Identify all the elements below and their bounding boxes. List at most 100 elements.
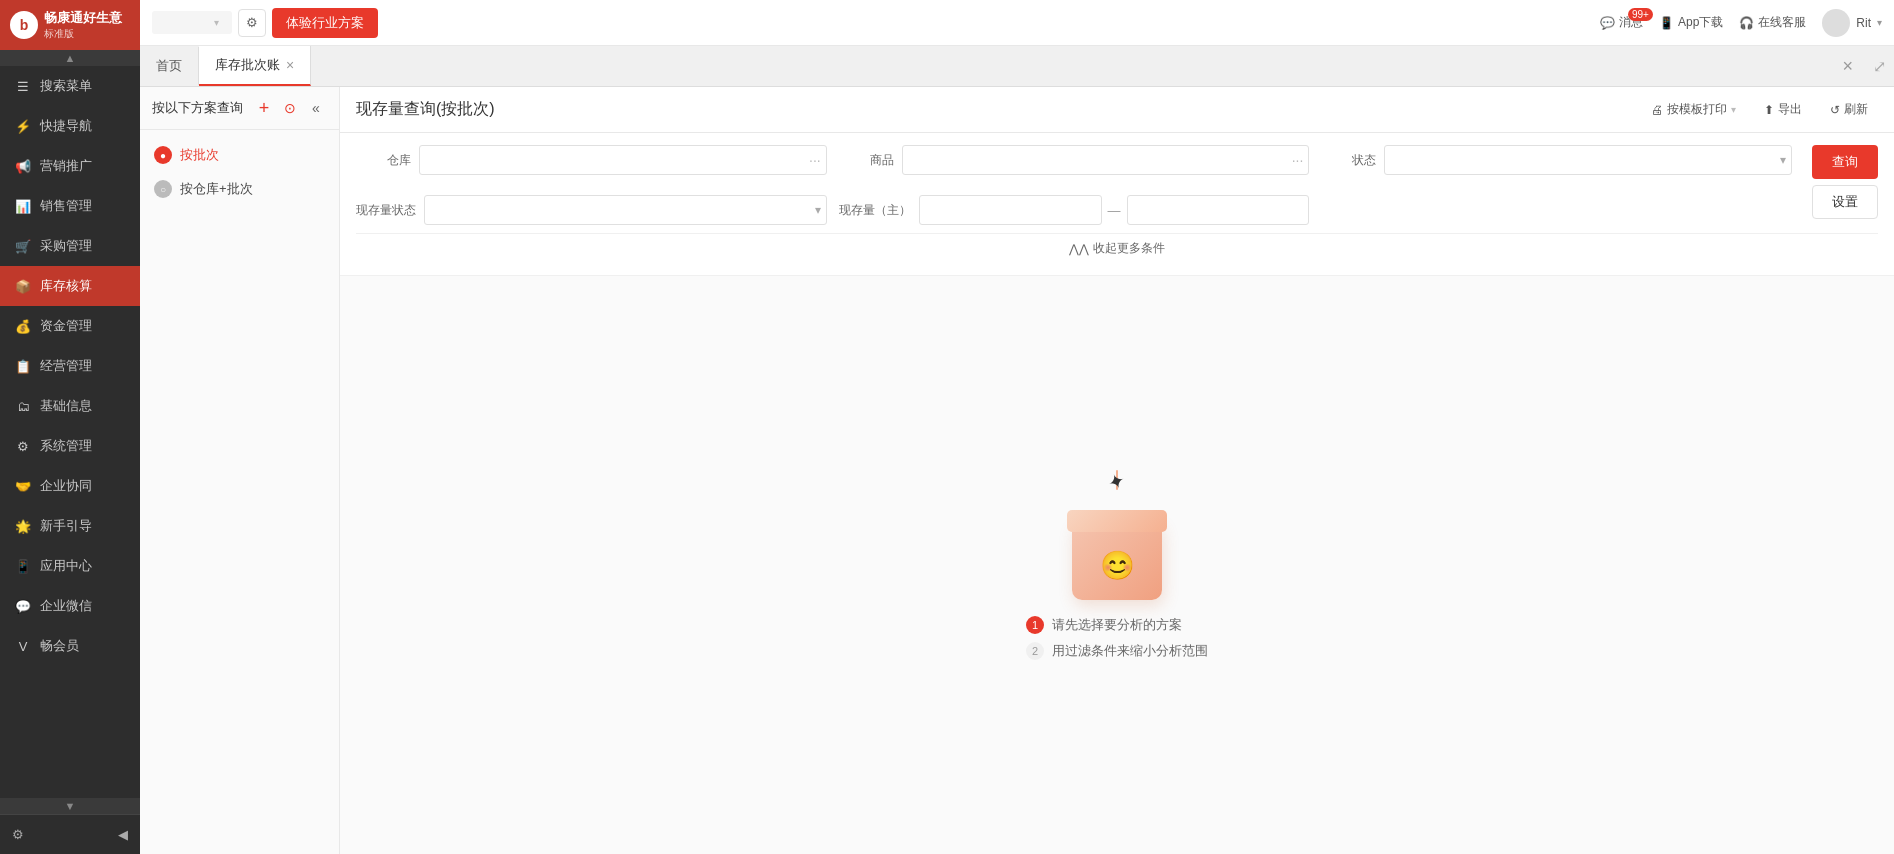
print-button[interactable]: 🖨 按模板打印 ▾ — [1641, 97, 1746, 122]
topbar-message[interactable]: 💬 消息 99+ — [1600, 14, 1643, 31]
refresh-button[interactable]: ↺ 刷新 — [1820, 97, 1878, 122]
nav-icon-system: ⚙ — [14, 437, 32, 455]
qty-start-input[interactable] — [919, 195, 1102, 225]
sidebar-item-sales[interactable]: 📊 销售管理 — [0, 186, 140, 226]
nav-scroll-up[interactable]: ▲ — [0, 50, 140, 66]
message-icon: 💬 — [1600, 16, 1615, 30]
export-icon: ⬆ — [1764, 103, 1774, 117]
schema-settings-button[interactable]: ⊙ — [279, 97, 301, 119]
step-1-num: 1 — [1026, 616, 1044, 634]
message-badge: 99+ — [1628, 8, 1653, 21]
filter-group-product: 商品 ··· — [839, 145, 1310, 175]
empty-steps: 1 请先选择要分析的方案 2 用过滤条件来缩小分析范围 — [1026, 616, 1208, 660]
refresh-label: 刷新 — [1844, 101, 1868, 118]
qty-dash: — — [1108, 203, 1121, 218]
schema-item-by-warehouse-batch[interactable]: ○ 按仓库+批次 — [140, 172, 339, 206]
empty-step-1: 1 请先选择要分析的方案 — [1026, 616, 1208, 634]
tab-batch-account-label: 库存批次账 — [215, 56, 280, 74]
page-area-close-button[interactable]: × — [1830, 56, 1865, 77]
experience-button[interactable]: 体验行业方案 — [272, 8, 378, 38]
topbar-user[interactable]: Rit ▾ — [1822, 9, 1882, 37]
topbar-online-service[interactable]: 🎧 在线客服 — [1739, 14, 1806, 31]
inventory-status-select-wrapper: 全部 有库存 无库存 ▾ — [424, 195, 827, 225]
sidebar-item-enterprise[interactable]: 🤝 企业协同 — [0, 466, 140, 506]
sidebar-footer: ⚙ ◀ — [0, 814, 140, 854]
filter-group-inventory-status: 现存量状态 全部 有库存 无库存 ▾ — [356, 195, 827, 225]
sidebar-item-member[interactable]: V 畅会员 — [0, 626, 140, 666]
export-button[interactable]: ⬆ 导出 — [1754, 97, 1812, 122]
nav-label-enterprise: 企业协同 — [40, 477, 92, 495]
inventory-status-select[interactable]: 全部 有库存 无库存 — [424, 195, 827, 225]
sidebar-item-app_center[interactable]: 📱 应用中心 — [0, 546, 140, 586]
app-logo: b — [10, 11, 38, 39]
sidebar-item-search_menu[interactable]: ☰ 搜索菜单 — [0, 66, 140, 106]
query-button[interactable]: 查询 — [1812, 145, 1878, 179]
sidebar-header: b 畅康通好生意 标准版 — [0, 0, 140, 50]
nav-label-search_menu: 搜索菜单 — [40, 77, 92, 95]
nav-label-quick_nav: 快捷导航 — [40, 117, 92, 135]
sidebar-item-purchase[interactable]: 🛒 采购管理 — [0, 226, 140, 266]
nav-label-new_guide: 新手引导 — [40, 517, 92, 535]
nav-label-purchase: 采购管理 — [40, 237, 92, 255]
edition-label: 标准版 — [44, 27, 122, 40]
tab-batch-account[interactable]: 库存批次账 × — [199, 46, 311, 86]
status-label: 状态 — [1321, 152, 1376, 169]
filter-settings-button[interactable]: 设置 — [1812, 185, 1878, 219]
schema-icon-by-batch: ● — [154, 146, 172, 164]
sidebar: b 畅康通好生意 标准版 ▲ ☰ 搜索菜单 ⚡ 快捷导航 📢 营销推广 📊 销售… — [0, 0, 140, 854]
sidebar-item-inventory[interactable]: 📦 库存核算 — [0, 266, 140, 306]
nav-icon-purchase: 🛒 — [14, 237, 32, 255]
product-input[interactable] — [902, 145, 1310, 175]
breadcrumb-chevron-icon: ▾ — [214, 17, 219, 28]
status-select[interactable]: 正常 停用 — [1384, 145, 1792, 175]
print-chevron-icon: ▾ — [1731, 104, 1736, 115]
topbar-settings-button[interactable]: ⚙ — [238, 9, 266, 37]
product-more-icon[interactable]: ··· — [1292, 152, 1304, 168]
inventory-status-label: 现存量状态 — [356, 202, 416, 219]
phone-icon: 📱 — [1659, 16, 1674, 30]
topbar-app-download[interactable]: 📱 App下载 — [1659, 14, 1723, 31]
sidebar-item-operations[interactable]: 📋 经营管理 — [0, 346, 140, 386]
illustration-sparkle: ✦ — [1105, 468, 1129, 496]
warehouse-input[interactable] — [419, 145, 827, 175]
warehouse-more-icon[interactable]: ··· — [809, 152, 821, 168]
nav-icon-enterprise_wechat: 💬 — [14, 597, 32, 615]
sidebar-item-marketing[interactable]: 📢 营销推广 — [0, 146, 140, 186]
sidebar-collapse-button[interactable]: ◀ — [114, 823, 132, 846]
collapse-up-icon: ⋀⋀ — [1069, 242, 1089, 256]
sidebar-item-system[interactable]: ⚙ 系统管理 — [0, 426, 140, 466]
tab-home[interactable]: 首页 — [140, 47, 199, 85]
nav-icon-quick_nav: ⚡ — [14, 117, 32, 135]
sidebar-settings-button[interactable]: ⚙ — [8, 823, 28, 846]
qty-label: 现存量（主） — [839, 202, 911, 219]
topbar-right: 💬 消息 99+ 📱 App下载 🎧 在线客服 Rit ▾ — [1600, 9, 1882, 37]
step-2-num: 2 — [1026, 642, 1044, 660]
tabs-bar: 首页 库存批次账 × × ⤢ — [140, 46, 1894, 87]
company-name: 畅康通好生意 — [44, 10, 122, 27]
collapse-more-btn[interactable]: ⋀⋀ 收起更多条件 — [356, 233, 1878, 263]
nav-label-basic: 基础信息 — [40, 397, 92, 415]
page-area: 按以下方案查询 + ⊙ « ● 按批次 ○ 按仓库+批次 — [140, 87, 1894, 854]
user-chevron-icon: ▾ — [1877, 17, 1882, 28]
sidebar-item-enterprise_wechat[interactable]: 💬 企业微信 — [0, 586, 140, 626]
page-area-expand-button[interactable]: ⤢ — [1865, 57, 1894, 76]
online-service-label: 在线客服 — [1758, 14, 1806, 31]
page-title: 现存量查询(按批次) — [356, 99, 495, 120]
export-label: 导出 — [1778, 101, 1802, 118]
nav-label-inventory: 库存核算 — [40, 277, 92, 295]
sidebar-item-quick_nav[interactable]: ⚡ 快捷导航 — [0, 106, 140, 146]
nav-label-operations: 经营管理 — [40, 357, 92, 375]
add-schema-button[interactable]: + — [253, 97, 275, 119]
sidebar-item-new_guide[interactable]: 🌟 新手引导 — [0, 506, 140, 546]
left-panel-actions: + ⊙ « — [253, 97, 327, 119]
nav-scroll-down[interactable]: ▼ — [0, 798, 140, 814]
warehouse-label: 仓库 — [356, 152, 411, 169]
left-panel-collapse-button[interactable]: « — [305, 97, 327, 119]
sidebar-item-finance[interactable]: 💰 资金管理 — [0, 306, 140, 346]
sidebar-item-basic[interactable]: 🗂 基础信息 — [0, 386, 140, 426]
tab-batch-account-close[interactable]: × — [286, 58, 294, 72]
nav-icon-sales: 📊 — [14, 197, 32, 215]
schema-item-by-batch[interactable]: ● 按批次 — [140, 138, 339, 172]
filter-buttons: 查询 设置 — [1812, 145, 1878, 219]
qty-end-input[interactable] — [1127, 195, 1310, 225]
